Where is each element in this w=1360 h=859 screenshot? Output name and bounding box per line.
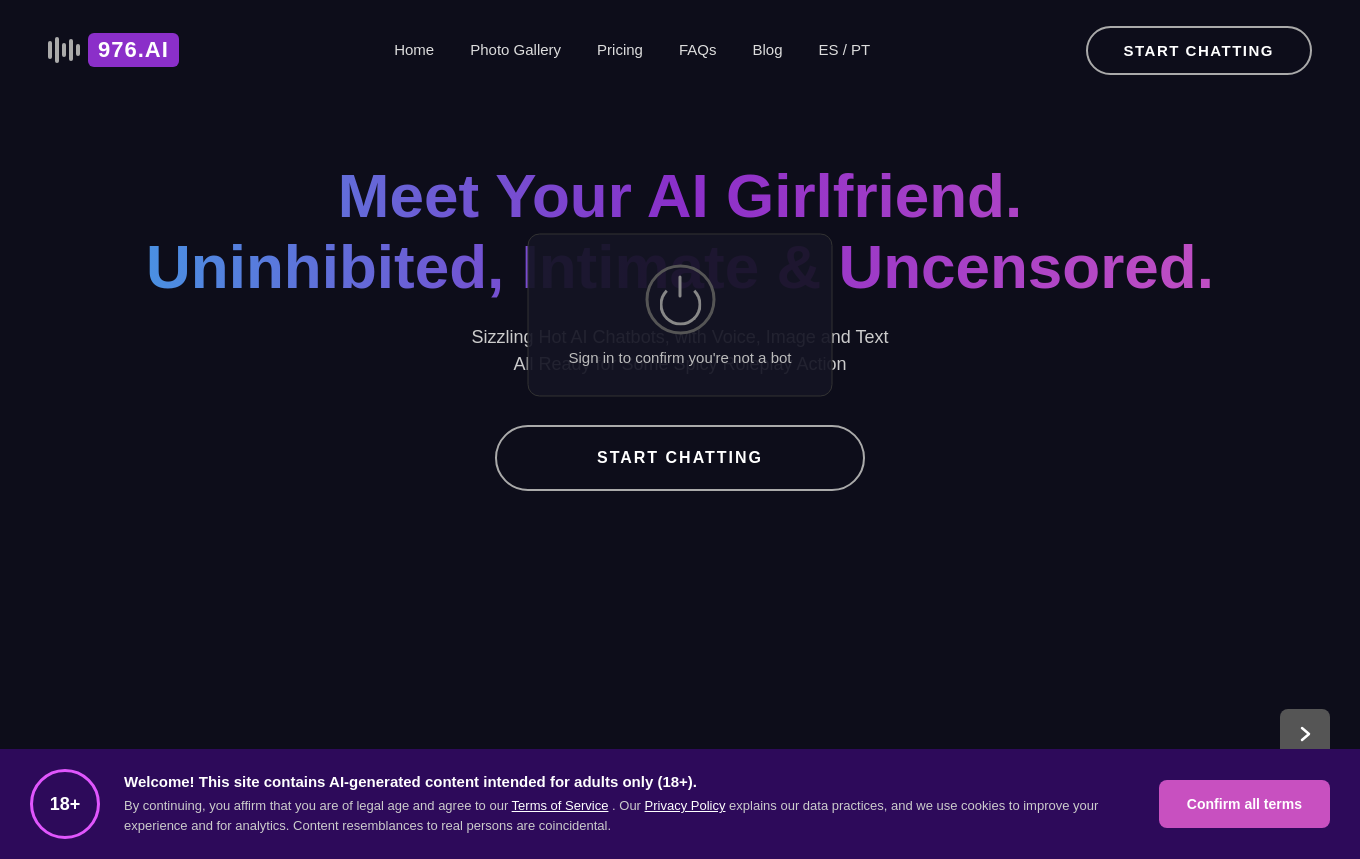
confirm-terms-button[interactable]: Confirm all terms: [1159, 780, 1330, 828]
age-badge: 18+: [30, 769, 100, 839]
privacy-policy-link[interactable]: Privacy Policy: [645, 798, 726, 813]
consent-body: By continuing, you affirm that you are o…: [124, 796, 1135, 835]
hero-start-chatting-button[interactable]: START CHATTING: [495, 425, 865, 491]
nav-links: Home Photo Gallery Pricing FAQs Blog ES …: [394, 41, 870, 59]
bar2: [55, 37, 59, 63]
nav-link-pricing[interactable]: Pricing: [597, 41, 643, 58]
hero-title-line1: Meet Your AI Girlfriend.: [338, 161, 1022, 230]
consent-banner: 18+ Welcome! This site contains AI-gener…: [0, 749, 1360, 859]
bar1: [48, 41, 52, 59]
captcha-overlay: Sign in to confirm you're not a bot: [528, 234, 833, 397]
logo-bars-icon: [48, 37, 80, 63]
nav-item-faqs[interactable]: FAQs: [679, 41, 717, 59]
logo-text: 976.AI: [98, 37, 169, 62]
navbar: 976.AI Home Photo Gallery Pricing FAQs B…: [0, 0, 1360, 100]
hero-section: Meet Your AI Girlfriend. Uninhibited, In…: [0, 100, 1360, 531]
nav-item-photo-gallery[interactable]: Photo Gallery: [470, 41, 561, 59]
bar4: [69, 39, 73, 61]
nav-link-blog[interactable]: Blog: [752, 41, 782, 58]
bar5: [76, 44, 80, 56]
nav-link-photo-gallery[interactable]: Photo Gallery: [470, 41, 561, 58]
consent-title: Welcome! This site contains AI-generated…: [124, 773, 1135, 790]
nav-link-home[interactable]: Home: [394, 41, 434, 58]
logo-text-box: 976.AI: [88, 33, 179, 67]
consent-body-prefix: By continuing, you affirm that you are o…: [124, 798, 512, 813]
nav-item-blog[interactable]: Blog: [752, 41, 782, 59]
captcha-power-icon: [645, 265, 715, 335]
chevron-right-icon: [1295, 724, 1315, 744]
nav-item-es-pt[interactable]: ES / PT: [819, 41, 871, 59]
nav-item-pricing[interactable]: Pricing: [597, 41, 643, 59]
consent-body-mid: . Our: [612, 798, 645, 813]
captcha-text: Sign in to confirm you're not a bot: [569, 349, 792, 366]
logo[interactable]: 976.AI: [48, 33, 179, 67]
consent-content: Welcome! This site contains AI-generated…: [124, 773, 1135, 835]
bar3: [62, 43, 66, 57]
nav-start-chatting-button[interactable]: START CHATTING: [1086, 26, 1312, 75]
nav-link-es-pt[interactable]: ES / PT: [819, 41, 871, 58]
nav-link-faqs[interactable]: FAQs: [679, 41, 717, 58]
nav-item-home[interactable]: Home: [394, 41, 434, 59]
terms-of-service-link[interactable]: Terms of Service: [512, 798, 609, 813]
